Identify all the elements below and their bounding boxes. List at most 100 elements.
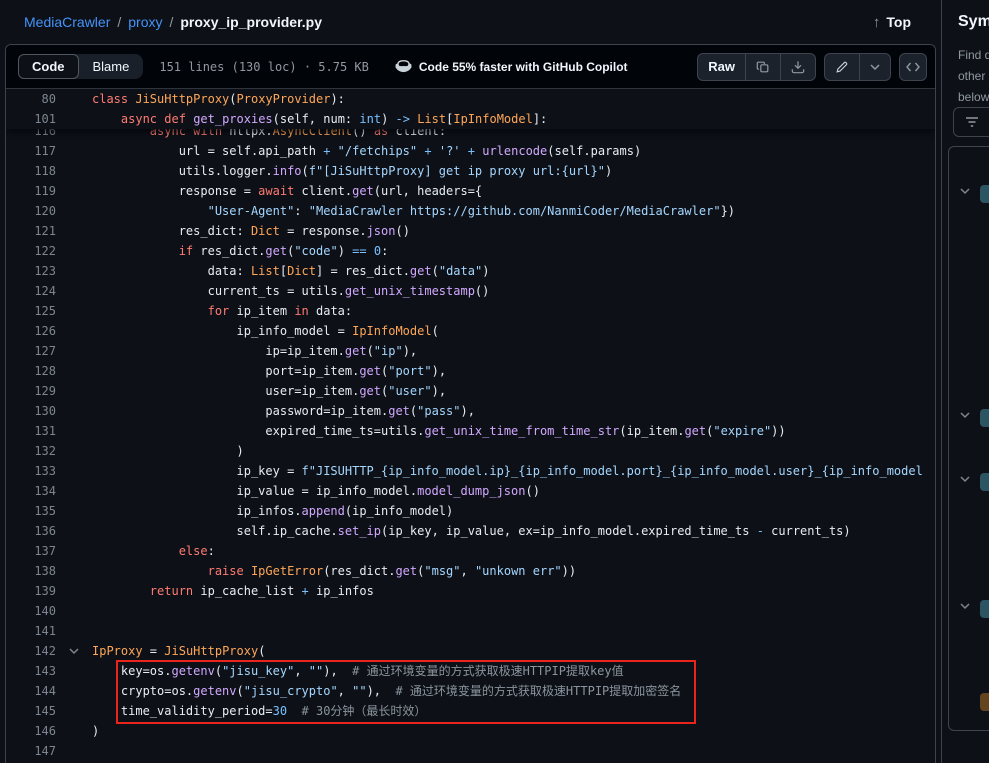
code-symbols-icon[interactable]	[899, 53, 927, 81]
code-line: 142IpProxy = JiSuHttpProxy(	[6, 641, 935, 661]
code-line: 134 ip_value = ip_info_model.model_dump_…	[6, 481, 935, 501]
code-line: 130 password=ip_item.get("pass"),	[6, 401, 935, 421]
tab-blame[interactable]: Blame	[79, 54, 144, 79]
code-text: utils.logger.info(f"[JiSuHttpProxy] get …	[92, 161, 612, 181]
code-line: 131 expired_time_ts=utils.get_unix_time_…	[6, 421, 935, 441]
line-number[interactable]: 133	[6, 461, 56, 481]
line-number[interactable]: 130	[6, 401, 56, 421]
code-text: response = await client.get(url, headers…	[92, 181, 482, 201]
line-number[interactable]: 138	[6, 561, 56, 581]
line-number[interactable]: 143	[6, 661, 56, 681]
code-text: async def get_proxies(self, num: int) ->…	[92, 109, 547, 129]
line-number[interactable]: 125	[6, 301, 56, 321]
line-number[interactable]: 117	[6, 141, 56, 161]
line-number[interactable]: 126	[6, 321, 56, 341]
breadcrumb-repo-link[interactable]: MediaCrawler	[24, 14, 110, 30]
code-line: 140	[6, 601, 935, 621]
line-number[interactable]: 139	[6, 581, 56, 601]
code-line: 146)	[6, 721, 935, 741]
line-number[interactable]: 124	[6, 281, 56, 301]
line-number[interactable]: 131	[6, 421, 56, 441]
main-content: MediaCrawler / proxy / proxy_ip_provider…	[0, 0, 941, 763]
code-line: 126 ip_info_model = IpInfoModel(	[6, 321, 935, 341]
symbol-kind-badge[interactable]	[980, 185, 989, 203]
pencil-icon[interactable]	[825, 54, 859, 80]
breadcrumb-file-name: proxy_ip_provider.py	[180, 14, 322, 30]
code-text: "User-Agent": "MediaCrawler https://gith…	[92, 201, 735, 221]
copy-icon[interactable]	[745, 54, 780, 80]
copilot-banner-text: Code 55% faster with GitHub Copilot	[419, 60, 628, 74]
line-number[interactable]: 129	[6, 381, 56, 401]
symbol-kind-badge[interactable]	[980, 600, 989, 618]
code-text: self.ip_cache.set_ip(ip_key, ip_value, e…	[92, 521, 851, 541]
file-meta: 151 lines (130 loc) · 5.75 KB	[159, 60, 369, 74]
chevron-down-icon[interactable]	[960, 603, 970, 610]
code-text: raise IpGetError(res_dict.get("msg", "un…	[92, 561, 576, 581]
raw-button[interactable]: Raw	[698, 54, 745, 80]
code-text: key=os.getenv("jisu_key", ""), # 通过环境变量的…	[92, 661, 624, 681]
line-number[interactable]: 144	[6, 681, 56, 701]
breadcrumb-folder-link[interactable]: proxy	[128, 14, 162, 30]
line-number[interactable]: 119	[6, 181, 56, 201]
symbol-kind-badge[interactable]	[980, 693, 989, 711]
line-number[interactable]: 122	[6, 241, 56, 261]
line-number[interactable]: 141	[6, 621, 56, 641]
collapse-chevron-icon[interactable]	[56, 648, 92, 655]
code-line: 121 res_dict: Dict = response.json()	[6, 221, 935, 241]
symbols-filter-button[interactable]	[953, 107, 989, 137]
line-number[interactable]: 135	[6, 501, 56, 521]
code-text: if res_dict.get("code") == 0:	[92, 241, 388, 261]
chevron-down-icon[interactable]	[960, 188, 970, 195]
download-icon[interactable]	[780, 54, 815, 80]
back-to-top-link[interactable]: ↑ Top	[873, 14, 911, 31]
code-line: 135 ip_infos.append(ip_info_model)	[6, 501, 935, 521]
line-number[interactable]: 127	[6, 341, 56, 361]
code-text: data: List[Dict] = res_dict.get("data")	[92, 261, 489, 281]
copilot-banner[interactable]: Code 55% faster with GitHub Copilot	[395, 58, 628, 75]
line-number[interactable]: 132	[6, 441, 56, 461]
breadcrumb-separator: /	[117, 14, 121, 30]
line-number[interactable]: 116	[6, 129, 56, 141]
symbols-panel-description: Find definitions and references for func…	[958, 45, 989, 108]
code-text: )	[92, 721, 99, 741]
code-line: 125 for ip_item in data:	[6, 301, 935, 321]
code-line: 133 ip_key = f"JISUHTTP_{ip_info_model.i…	[6, 461, 935, 481]
top-link-label: Top	[886, 14, 911, 30]
line-number[interactable]: 134	[6, 481, 56, 501]
chevron-down-icon[interactable]	[960, 476, 970, 483]
line-number[interactable]: 101	[6, 109, 56, 129]
code-line: 136 self.ip_cache.set_ip(ip_key, ip_valu…	[6, 521, 935, 541]
code-line: 132 )	[6, 441, 935, 461]
code-line: 117 url = self.api_path + "/fetchips" + …	[6, 141, 935, 161]
line-number[interactable]: 121	[6, 221, 56, 241]
line-number[interactable]: 145	[6, 701, 56, 721]
line-number[interactable]: 146	[6, 721, 56, 741]
line-number[interactable]: 142	[6, 641, 56, 661]
code-line: 128 port=ip_item.get("port"),	[6, 361, 935, 381]
code-text: ip=ip_item.get("ip"),	[92, 341, 417, 361]
symbol-kind-badge[interactable]	[980, 409, 989, 427]
line-number[interactable]: 118	[6, 161, 56, 181]
line-number[interactable]: 147	[6, 741, 56, 761]
code-line: 141	[6, 621, 935, 641]
code-text: current_ts = utils.get_unix_timestamp()	[92, 281, 489, 301]
line-number[interactable]: 128	[6, 361, 56, 381]
line-number[interactable]: 140	[6, 601, 56, 621]
line-number[interactable]: 80	[6, 89, 56, 109]
line-number[interactable]: 120	[6, 201, 56, 221]
line-number[interactable]: 123	[6, 261, 56, 281]
tab-code[interactable]: Code	[18, 54, 79, 79]
code-text: password=ip_item.get("pass"),	[92, 401, 475, 421]
code-text: user=ip_item.get("user"),	[92, 381, 446, 401]
line-number[interactable]: 136	[6, 521, 56, 541]
caret-down-icon[interactable]	[859, 54, 890, 80]
chevron-down-icon[interactable]	[960, 412, 970, 419]
code-line: 120 "User-Agent": "MediaCrawler https://…	[6, 201, 935, 221]
code-line: 144 crypto=os.getenv("jisu_crypto", ""),…	[6, 681, 935, 701]
code-text: expired_time_ts=utils.get_unix_time_from…	[92, 421, 786, 441]
copilot-icon	[395, 58, 412, 75]
symbol-kind-badge[interactable]	[980, 473, 989, 491]
line-number[interactable]: 137	[6, 541, 56, 561]
partially-hidden-line: 116 async with httpx.AsyncClient() as cl…	[6, 129, 935, 141]
code-text: ip_value = ip_info_model.model_dump_json…	[92, 481, 540, 501]
